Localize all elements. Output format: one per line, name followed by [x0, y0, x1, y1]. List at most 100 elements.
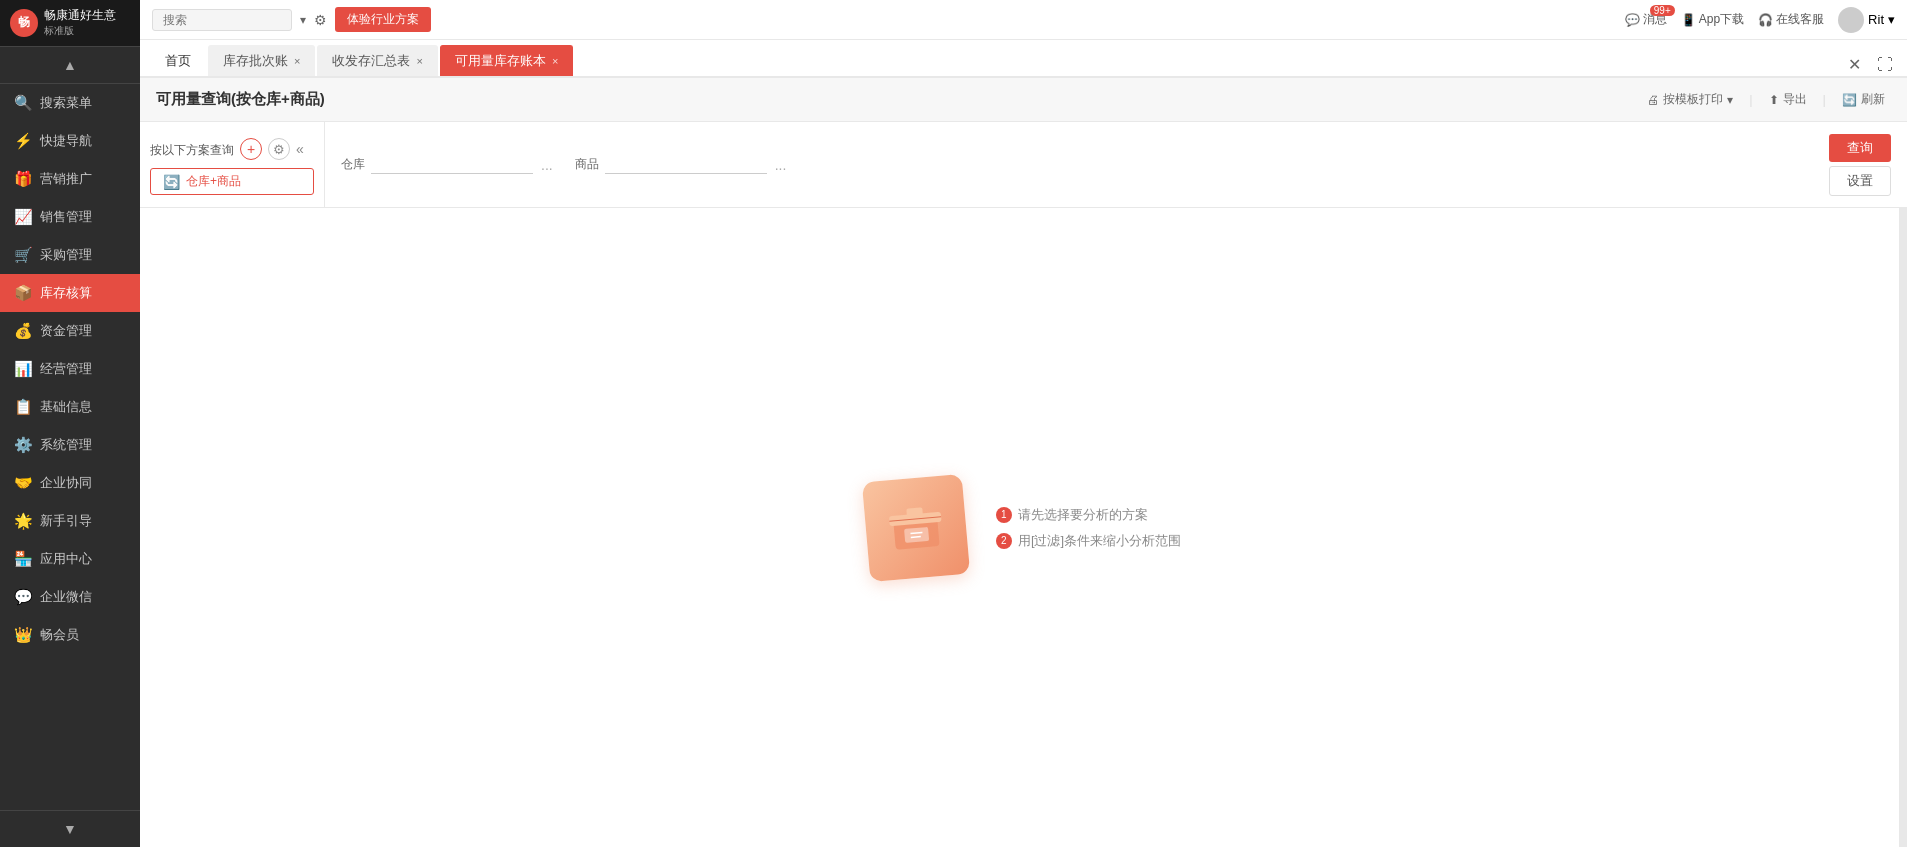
print-icon: 🖨: [1647, 93, 1659, 107]
brand-name: 畅康通好生意: [44, 8, 116, 24]
page-header-actions: 🖨 按模板打印 ▾ | ⬆ 导出 | 🔄 刷新: [1641, 88, 1891, 111]
message-badge: 99+: [1650, 5, 1675, 16]
filter-scheme-label: 按以下方案查询: [150, 142, 234, 159]
sidebar-item-label: 采购管理: [40, 246, 92, 264]
print-dropdown-icon: ▾: [1727, 93, 1733, 107]
filter-actions: + ⚙ «: [240, 138, 304, 160]
tab-home[interactable]: 首页: [150, 45, 206, 76]
topbar-search-input[interactable]: [152, 9, 292, 31]
svg-rect-2: [906, 507, 923, 518]
topbar-message-btn[interactable]: 💬 消息 99+: [1625, 11, 1667, 28]
topbar-dropdown-btn[interactable]: ▾: [300, 13, 306, 27]
sidebar-item-search[interactable]: 🔍 搜索菜单: [0, 84, 140, 122]
user-menu-btn[interactable]: Rit ▾: [1838, 7, 1895, 33]
filter-left-panel: 按以下方案查询 + ⚙ « 🔄 仓库+商品: [140, 122, 325, 207]
member-icon: 👑: [14, 626, 32, 644]
warehouse-filter-field: 仓库 ...: [341, 155, 555, 174]
query-btn[interactable]: 查询: [1829, 134, 1891, 162]
sidebar-item-label: 企业微信: [40, 588, 92, 606]
scheme-icon-warehouse-goods: 🔄: [163, 174, 180, 190]
refresh-icon: 🔄: [1842, 93, 1857, 107]
online-service-btn[interactable]: 🎧 在线客服: [1758, 11, 1824, 28]
empty-illustration: [862, 473, 970, 581]
app-download-btn[interactable]: 📱 App下载: [1681, 11, 1744, 28]
filter-collapse-btn[interactable]: «: [296, 141, 304, 157]
print-btn[interactable]: 🖨 按模板打印 ▾: [1641, 88, 1739, 111]
tab-deposit-summary[interactable]: 收发存汇总表×: [317, 45, 437, 76]
right-scrollbar[interactable]: [1899, 208, 1907, 847]
user-avatar: [1838, 7, 1864, 33]
export-btn[interactable]: ⬆ 导出: [1763, 88, 1813, 111]
appstore-icon: 🏪: [14, 550, 32, 568]
filter-right-panel: 仓库 ... 商品 ... 查询 设置: [325, 122, 1907, 207]
refresh-btn[interactable]: 🔄 刷新: [1836, 88, 1891, 111]
sidebar: 畅 畅康通好生意 标准版 ▲ 🔍 搜索菜单 ⚡快捷导航🎁营销推广 📈 销售管理 🛒采购管理…: [0, 0, 140, 847]
page-header: 可用量查询(按仓库+商品) 🖨 按模板打印 ▾ | ⬆ 导出 | 🔄 刷新: [140, 78, 1907, 122]
topbar-gear-btn[interactable]: ⚙: [314, 12, 327, 28]
filter-schemes: 🔄 仓库+商品: [150, 168, 314, 195]
sidebar-scroll-up[interactable]: ▲: [57, 51, 83, 79]
tab-close-available-ledger[interactable]: ×: [552, 55, 558, 67]
filter-scheme-warehouse-goods[interactable]: 🔄 仓库+商品: [150, 168, 314, 195]
sidebar-item-inventory[interactable]: 📦库存核算: [0, 274, 140, 312]
sidebar-item-finance[interactable]: 💰 资金管理: [0, 312, 140, 350]
sidebar-item-label: 企业协同: [40, 474, 92, 492]
topbar-right: 💬 消息 99+ 📱 App下载 🎧 在线客服 Rit ▾: [1625, 7, 1895, 33]
warehouse-more-btn[interactable]: ...: [539, 157, 555, 173]
sidebar-item-appstore[interactable]: 🏪 应用中心: [0, 540, 140, 578]
finance-icon: 💰: [14, 322, 32, 340]
sidebar-scroll-down[interactable]: ▼: [57, 815, 83, 843]
tab-batch-ledger[interactable]: 库存批次账 ×: [208, 45, 315, 76]
close-tab-btn[interactable]: ✕: [1844, 53, 1865, 76]
empty-state: 1 请先选择要分析的方案 2 用[过滤]条件来缩小分析范围: [866, 478, 1181, 578]
sidebar-item-wechat[interactable]: 💬企业微信: [0, 578, 140, 616]
warehouse-label: 仓库: [341, 156, 365, 173]
sidebar-item-member[interactable]: 👑畅会员: [0, 616, 140, 654]
search-icon: 🔍: [14, 94, 32, 112]
main-area: ▾ ⚙ 体验行业方案 💬 消息 99+ 📱 App下载 🎧 在线客服 Rit ▾: [140, 0, 1907, 847]
service-label: 在线客服: [1776, 11, 1824, 28]
operations-icon: 📊: [14, 360, 32, 378]
filter-area: 按以下方案查询 + ⚙ « 🔄 仓库+商品 仓库 ... 商品: [140, 122, 1907, 208]
sales-icon: 📈: [14, 208, 32, 226]
expand-tab-btn[interactable]: ⛶: [1873, 54, 1897, 76]
sidebar-item-label: 应用中心: [40, 550, 92, 568]
sidebar-item-quicknav[interactable]: ⚡快捷导航: [0, 122, 140, 160]
user-name: Rit: [1868, 12, 1884, 27]
tabs-bar: 首页库存批次账×收发存汇总表×可用量库存账本× ✕ ⛶: [140, 40, 1907, 78]
industry-btn[interactable]: 体验行业方案: [335, 7, 431, 32]
sidebar-item-operations[interactable]: 📊经营管理: [0, 350, 140, 388]
sidebar-header: 畅 畅康通好生意 标准版: [0, 0, 140, 47]
filter-add-btn[interactable]: +: [240, 138, 262, 160]
sidebar-item-newbie[interactable]: 🌟新手引导: [0, 502, 140, 540]
sidebar-item-marketing[interactable]: 🎁营销推广: [0, 160, 140, 198]
query-settings-group: 查询 设置: [1829, 134, 1891, 196]
sidebar-item-label: 销售管理: [40, 208, 92, 226]
tab-close-deposit-summary[interactable]: ×: [416, 55, 422, 67]
sidebar-item-label: 系统管理: [40, 436, 92, 454]
basic-icon: 📋: [14, 398, 32, 416]
tab-available-ledger[interactable]: 可用量库存账本×: [440, 45, 573, 76]
sidebar-item-enterprise[interactable]: 🤝 企业协同: [0, 464, 140, 502]
filter-setting-btn[interactable]: ⚙: [268, 138, 290, 160]
tab-label-batch-ledger: 库存批次账: [223, 52, 288, 70]
sidebar-scroll: 🔍 搜索菜单 ⚡快捷导航🎁营销推广 📈 销售管理 🛒采购管理📦库存核算 💰 资金管理 📊经营管理…: [0, 84, 140, 810]
empty-tips: 1 请先选择要分析的方案 2 用[过滤]条件来缩小分析范围: [996, 506, 1181, 550]
tab-close-batch-ledger[interactable]: ×: [294, 55, 300, 67]
sidebar-item-label: 库存核算: [40, 284, 92, 302]
warehouse-input[interactable]: [371, 155, 533, 174]
sidebar-item-purchase[interactable]: 🛒采购管理: [0, 236, 140, 274]
sidebar-item-label: 搜索菜单: [40, 94, 92, 112]
sidebar-item-label: 资金管理: [40, 322, 92, 340]
sidebar-item-system[interactable]: ⚙️系统管理: [0, 426, 140, 464]
user-dropdown-icon: ▾: [1888, 12, 1895, 27]
settings-btn[interactable]: 设置: [1829, 166, 1891, 196]
goods-more-btn[interactable]: ...: [773, 157, 789, 173]
goods-label: 商品: [575, 156, 599, 173]
goods-filter-field: 商品 ...: [575, 155, 789, 174]
scheme-label-warehouse-goods: 仓库+商品: [186, 173, 241, 190]
goods-input[interactable]: [605, 155, 767, 174]
sidebar-item-basic[interactable]: 📋基础信息: [0, 388, 140, 426]
sidebar-item-sales[interactable]: 📈 销售管理: [0, 198, 140, 236]
enterprise-icon: 🤝: [14, 474, 32, 492]
